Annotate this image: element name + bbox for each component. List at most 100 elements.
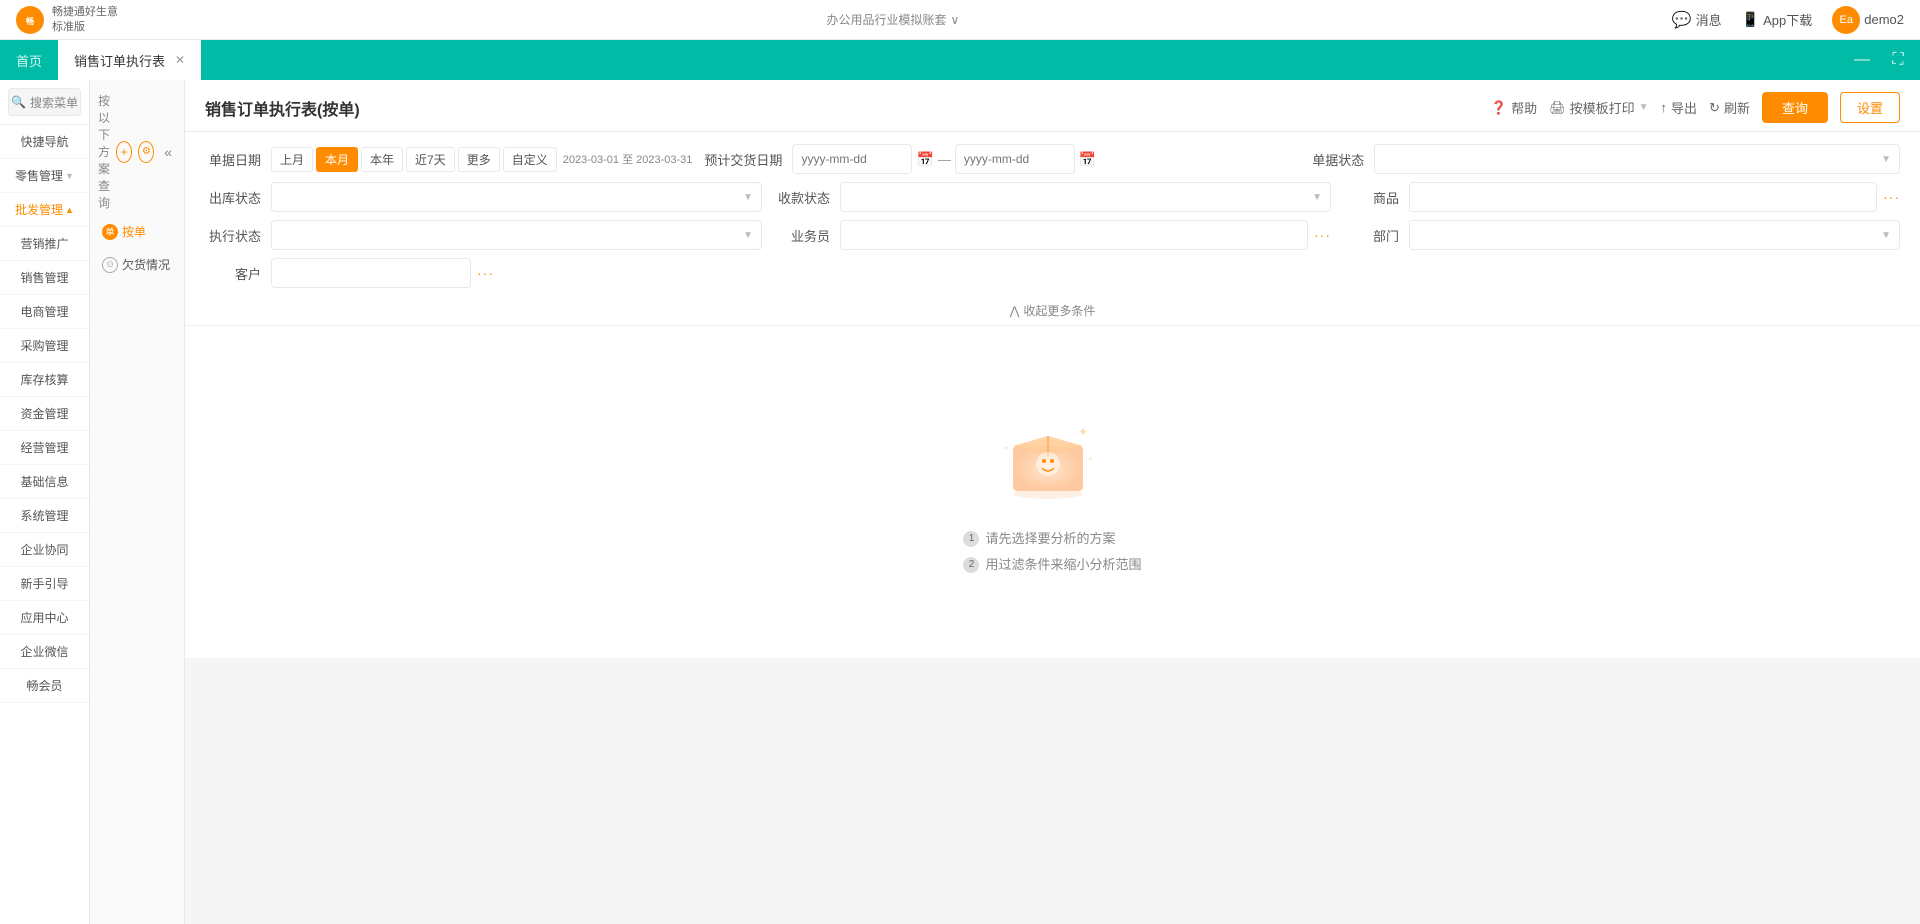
add-plan-btn[interactable]: + — [116, 141, 132, 163]
sidebar-item-corp-wechat[interactable]: 企业微信 — [0, 635, 89, 669]
exec-status-select[interactable]: ▼ — [271, 220, 762, 250]
empty-illustration: ✦ ✦ ✦ — [993, 406, 1113, 506]
salesperson-label: 业务员 — [774, 226, 830, 245]
last7days-btn[interactable]: 近7天 — [406, 147, 455, 172]
tab-fullscreen-btn[interactable]: ⛶ — [1884, 46, 1912, 74]
tab-bar: 首页 销售订单执行表 ✕ — ⛶ — [0, 40, 1920, 80]
more-btn[interactable]: 更多 — [458, 147, 500, 172]
sidebar-item-system[interactable]: 系统管理 — [0, 499, 89, 533]
arrears-icon: ⊙ — [102, 257, 118, 273]
chevron-up-icon: ▲ — [65, 205, 74, 215]
collapse-sidebar-btn[interactable]: « — [160, 141, 176, 163]
sidebar-item-enterprise[interactable]: 企业协同 — [0, 533, 89, 567]
sidebar-item-member[interactable]: 畅会员 — [0, 669, 89, 703]
sidebar-item-ecommerce[interactable]: 电商管理 — [0, 295, 89, 329]
single-status-select[interactable]: ▼ — [1374, 144, 1900, 174]
logo-text: 畅捷通好生意 标准版 — [52, 5, 118, 34]
salesperson-more-btn[interactable]: ··· — [1314, 227, 1331, 243]
sidebar-item-app-center[interactable]: 应用中心 — [0, 601, 89, 635]
payment-status-label: 收款状态 — [774, 188, 830, 207]
help-icon: ❓ — [1491, 100, 1507, 116]
calendar-end-icon[interactable]: 📅 — [1079, 151, 1096, 168]
dept-select[interactable]: ▼ — [1409, 220, 1900, 250]
collapse-up-icon: ⋀ — [1010, 304, 1020, 318]
single-date-group: 单据日期 上月 本月 本年 近7天 更多 自定义 2023-03-01 至 20… — [205, 147, 692, 172]
export-btn[interactable]: ↑ 导出 — [1661, 98, 1698, 117]
salesperson-group: 业务员 ··· — [774, 220, 1331, 250]
logo-icon: 畅 — [16, 6, 44, 34]
last-month-btn[interactable]: 上月 — [271, 147, 313, 172]
current-month-btn[interactable]: 本月 — [316, 147, 358, 172]
tab-minimize-btn[interactable]: — — [1848, 46, 1876, 74]
sidebar-item-operations[interactable]: 经营管理 — [0, 431, 89, 465]
print-arrow-icon: ▼ — [1639, 102, 1649, 113]
sidebar-item-quick-nav[interactable]: 快捷导航 — [0, 125, 89, 159]
content-area: 销售订单执行表(按单) ❓ 帮助 🖨 按模板打印 ▼ ↑ 导出 ↻ 刷新 — [185, 80, 1920, 924]
svg-text:✦: ✦ — [1003, 444, 1010, 453]
sidebar-item-wholesale[interactable]: 批发管理 ▲ — [0, 193, 89, 227]
settings-plan-btn[interactable]: ⚙ — [138, 141, 154, 163]
salesperson-input[interactable] — [840, 220, 1308, 250]
app-download-btn[interactable]: 📱 App下载 — [1742, 10, 1813, 29]
sidebar-item-newbie[interactable]: 新手引导 — [0, 567, 89, 601]
customer-group: 客户 ··· — [205, 258, 494, 288]
goods-input[interactable] — [1409, 182, 1877, 212]
sidebar: 🔍 搜索菜单 快捷导航 零售管理 ▼ 批发管理 ▲ 营销推广 销售管理 电商管理… — [0, 80, 90, 924]
collapse-bar[interactable]: ⋀ 收起更多条件 — [185, 296, 1920, 326]
search-menu-btn[interactable]: 🔍 搜索菜单 — [8, 88, 81, 116]
sidebar-item-purchase[interactable]: 采购管理 — [0, 329, 89, 363]
filter-row-1: 单据日期 上月 本月 本年 近7天 更多 自定义 2023-03-01 至 20… — [185, 132, 1920, 182]
plan-section-label: 按以下方案查询 — [98, 92, 110, 211]
customer-input[interactable] — [271, 258, 471, 288]
expected-date-end[interactable] — [955, 144, 1075, 174]
tab-sales-order[interactable]: 销售订单执行表 ✕ — [58, 40, 201, 80]
current-year-btn[interactable]: 本年 — [361, 147, 403, 172]
user-menu[interactable]: Ea demo2 — [1832, 6, 1904, 34]
goods-group: 商品 ··· — [1343, 182, 1900, 212]
settings-button[interactable]: 设置 — [1840, 92, 1900, 123]
empty-tip-1: 1 请先选择要分析的方案 — [963, 526, 1141, 552]
payment-status-group: 收款状态 ▼ — [774, 182, 1331, 212]
single-status-label: 单据状态 — [1308, 150, 1364, 169]
payment-status-select[interactable]: ▼ — [840, 182, 1331, 212]
tab-close-btn[interactable]: ✕ — [175, 53, 185, 67]
expected-date-start[interactable] — [792, 144, 912, 174]
filter-row-2: 出库状态 ▼ 收款状态 ▼ 商品 ··· — [185, 182, 1920, 220]
sub-item-by-order[interactable]: 单 按单 — [90, 215, 184, 248]
svg-text:✦: ✦ — [1088, 456, 1093, 463]
dept-group: 部门 ▼ — [1343, 220, 1900, 250]
status-arrow-icon: ▼ — [1881, 154, 1891, 165]
warehouse-status-group: 出库状态 ▼ — [205, 182, 762, 212]
breadcrumb-arrow[interactable]: ∨ — [950, 13, 959, 27]
top-header: 畅 畅捷通好生意 标准版 办公用品行业模拟账套 ∨ 💬 消息 📱 App下载 E… — [0, 0, 1920, 40]
sub-sidebar-actions: 按以下方案查询 + ⚙ « — [90, 88, 184, 215]
date-dash: — — [938, 152, 951, 167]
sidebar-item-inventory[interactable]: 库存核算 — [0, 363, 89, 397]
message-btn[interactable]: 💬 消息 — [1672, 10, 1722, 30]
sidebar-item-basic[interactable]: 基础信息 — [0, 465, 89, 499]
main-layout: 🔍 搜索菜单 快捷导航 零售管理 ▼ 批发管理 ▲ 营销推广 销售管理 电商管理… — [0, 80, 1920, 924]
warehouse-status-select[interactable]: ▼ — [271, 182, 762, 212]
logo-area: 畅 畅捷通好生意 标准版 — [16, 5, 118, 34]
customer-more-btn[interactable]: ··· — [477, 265, 494, 281]
warehouse-status-label: 出库状态 — [205, 188, 261, 207]
expected-date-label: 预计交货日期 — [704, 150, 782, 169]
tip-num-2: 2 — [963, 557, 979, 573]
expected-date-inputs: 📅 — 📅 — [792, 144, 1096, 174]
single-date-label: 单据日期 — [205, 150, 261, 169]
filter-row-4: 客户 ··· — [185, 258, 1920, 296]
expected-date-group: 预计交货日期 📅 — 📅 — [704, 144, 1296, 174]
query-button[interactable]: 查询 — [1762, 92, 1828, 123]
sidebar-item-marketing[interactable]: 营销推广 — [0, 227, 89, 261]
sidebar-item-finance[interactable]: 资金管理 — [0, 397, 89, 431]
tab-home[interactable]: 首页 — [0, 40, 58, 80]
goods-more-btn[interactable]: ··· — [1883, 189, 1900, 205]
calendar-start-icon[interactable]: 📅 — [916, 151, 933, 168]
refresh-btn[interactable]: ↻ 刷新 — [1709, 98, 1750, 117]
custom-btn[interactable]: 自定义 — [503, 147, 557, 172]
sidebar-item-retail[interactable]: 零售管理 ▼ — [0, 159, 89, 193]
sub-item-arrears[interactable]: ⊙ 欠货情况 — [90, 248, 184, 281]
help-btn[interactable]: ❓ 帮助 — [1491, 98, 1537, 117]
print-btn[interactable]: 🖨 按模板打印 ▼ — [1549, 98, 1648, 117]
sidebar-item-sales-mgmt[interactable]: 销售管理 — [0, 261, 89, 295]
